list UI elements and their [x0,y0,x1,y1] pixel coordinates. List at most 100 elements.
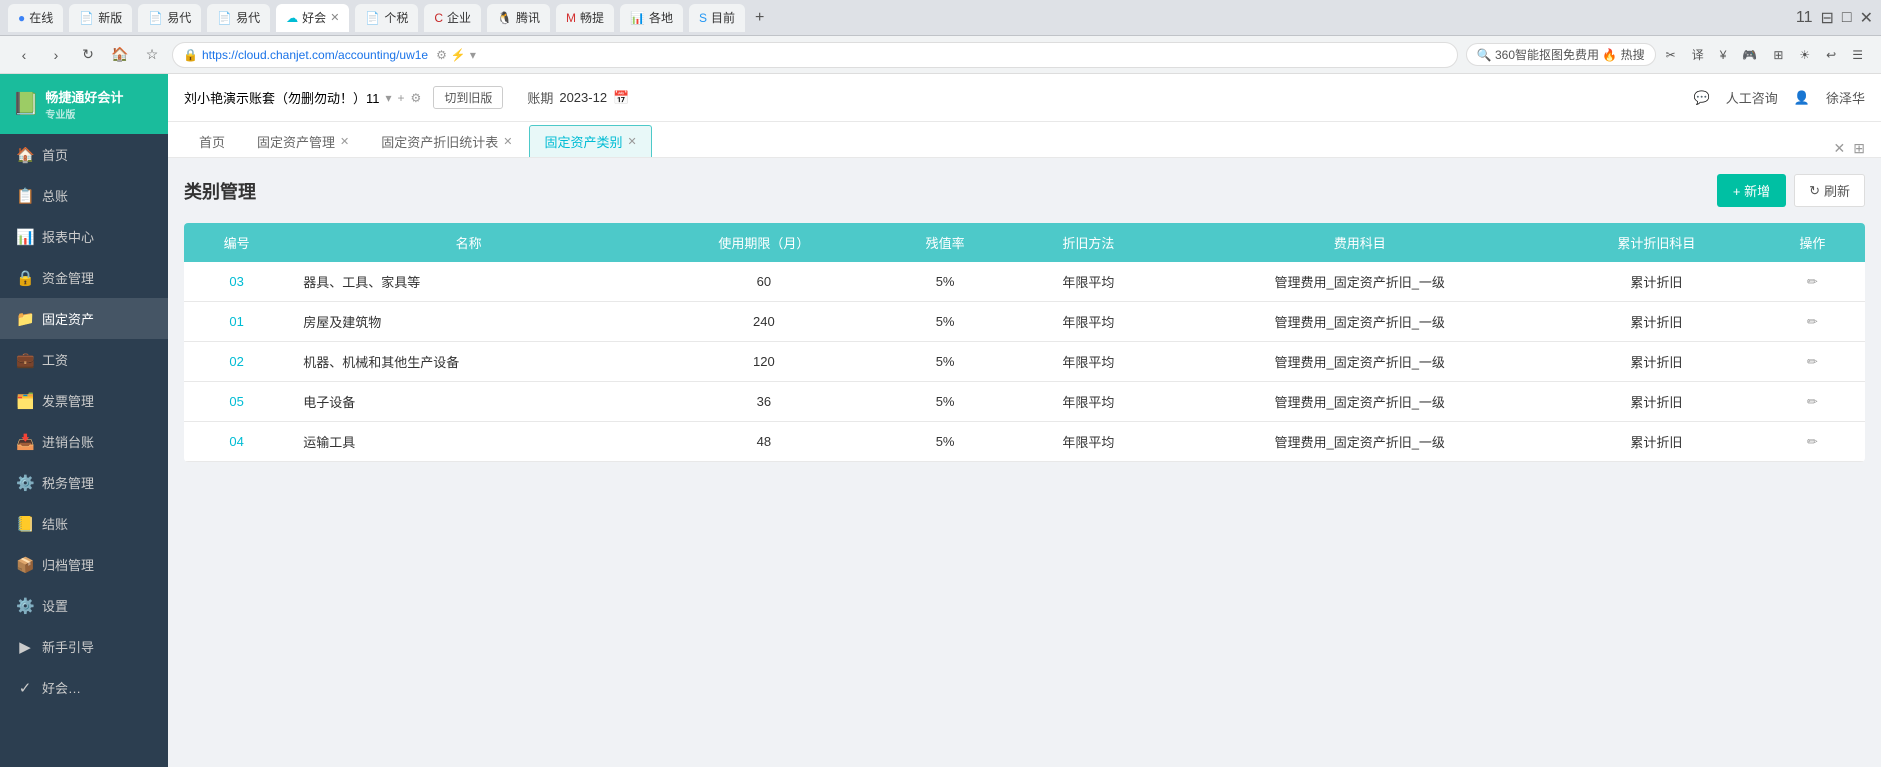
sun-icon[interactable]: ☀ [1793,46,1816,64]
edit-icon[interactable]: ✏ [1807,274,1818,289]
action-buttons: + 新增 ↻ 刷新 [1717,174,1865,207]
sidebar-label-tax: 税务管理 [42,473,94,492]
refresh-btn[interactable]: ↻ 刷新 [1794,174,1865,207]
tab-close-icon[interactable]: ✕ [330,11,339,24]
close-window-btn[interactable]: ✕ [1860,8,1873,28]
grid-icon[interactable]: ⊞ [1767,46,1789,64]
fixed-assets-icon: 📁 [16,310,34,328]
sidebar-item-fixed-assets[interactable]: 📁 固定资产 [0,298,168,339]
logo-title: 畅捷通好会计 [45,87,123,106]
cell-name: 电子设备 [289,382,648,422]
sidebar-item-funds[interactable]: 🔒 资金管理 [0,257,168,298]
period-value: 2023-12 [559,90,607,105]
cell-code: 02 [184,342,289,382]
edit-icon[interactable]: ✏ [1807,354,1818,369]
sidebar-item-hao[interactable]: ✓ 好会… [0,667,168,708]
cell-expense: 管理费用_固定资产折旧_一级 [1166,342,1553,382]
code-link[interactable]: 02 [229,354,243,369]
sidebar-item-home[interactable]: 🏠 首页 [0,134,168,175]
back-btn[interactable]: ‹ [12,43,36,67]
funds-icon: 🔒 [16,269,34,287]
browser-tab-corp[interactable]: C 企业 [424,4,481,32]
sidebar-item-checkout[interactable]: 📒 结账 [0,503,168,544]
sidebar-item-payroll[interactable]: 💼 工资 [0,339,168,380]
edit-icon[interactable]: ✏ [1807,314,1818,329]
sidebar-item-ledger[interactable]: 📋 总账 [0,175,168,216]
sales-icon: 📥 [16,433,34,451]
code-link[interactable]: 04 [229,434,243,449]
cell-name: 运输工具 [289,422,648,462]
cell-expense: 管理费用_固定资产折旧_一级 [1166,422,1553,462]
calendar-icon[interactable]: 📅 [613,90,629,106]
browser-tab-online[interactable]: ● 在线 [8,4,63,32]
browser-tab-ct[interactable]: M 畅提 [556,4,614,32]
tab-close-asset-cat[interactable]: ✕ [628,135,637,148]
browser-tab-yid1[interactable]: 📄 易代 [138,4,201,32]
undo-icon[interactable]: ↩ [1820,46,1842,64]
switch-version-btn[interactable]: 切到旧版 [433,86,503,109]
browser-tab-tax[interactable]: 📄 个税 [355,4,418,32]
sidebar-item-archive[interactable]: 📦 归档管理 [0,544,168,585]
tab-label: 在线 [29,9,53,26]
browser-tab-mq[interactable]: S 目前 [689,4,745,32]
bookmark-btn[interactable]: ☆ [140,43,164,67]
tab-depreciation-table[interactable]: 固定资产折旧统计表 ✕ [366,125,527,157]
code-link[interactable]: 03 [229,274,243,289]
add-btn[interactable]: + [398,91,405,105]
tab-asset-mgmt[interactable]: 固定资产管理 ✕ [242,125,364,157]
sidebar-item-tax[interactable]: ⚙️ 税务管理 [0,462,168,503]
cell-code: 01 [184,302,289,342]
page-tabs: 首页 固定资产管理 ✕ 固定资产折旧统计表 ✕ 固定资产类别 ✕ ✕ ⊞ [168,122,1881,158]
edit-icon[interactable]: ✏ [1807,394,1818,409]
company-name: 刘小艳演示账套（勿删勿动！）11 [184,88,380,107]
cell-method: 年限平均 [1010,422,1166,462]
new-tab-btn[interactable]: + [755,9,764,27]
add-category-btn[interactable]: + 新增 [1717,174,1786,207]
sidebar: 📗 畅捷通好会计 专业版 🏠 首页 📋 总账 📊 报表中心 🔒 资金管理 📁 固… [0,74,168,767]
tab-asset-category[interactable]: 固定资产类别 ✕ [529,125,651,157]
sidebar-item-reports[interactable]: 📊 报表中心 [0,216,168,257]
maximize-btn[interactable]: □ [1842,9,1852,27]
tab-close-asset-mgmt[interactable]: ✕ [340,135,349,148]
forward-btn[interactable]: › [44,43,68,67]
minimize-btn[interactable]: 11 [1796,9,1813,27]
cell-action: ✏ [1760,262,1865,302]
tax-icon: ⚙️ [16,474,34,492]
human-service-label[interactable]: 人工咨询 [1726,88,1778,107]
code-link[interactable]: 05 [229,394,243,409]
scissors-icon[interactable]: ✂ [1660,46,1682,64]
tab-label: 畅提 [580,9,604,26]
browser-tab-gd[interactable]: 📊 各地 [620,4,683,32]
wallet-icon[interactable]: ¥ [1714,46,1733,64]
game-icon[interactable]: 🎮 [1736,46,1763,64]
code-link[interactable]: 01 [229,314,243,329]
browser-tab-hao[interactable]: ☁ 好会 ✕ [276,4,349,32]
th-name: 名称 [289,223,648,262]
translate-icon[interactable]: 译 [1686,44,1710,65]
reload-btn[interactable]: ↻ [76,43,100,67]
browser-tab-tx[interactable]: 🐧 腾讯 [487,4,550,32]
edit-icon[interactable]: ✏ [1807,434,1818,449]
search-bar[interactable]: 🔍 360智能抠图免费用 🔥 热搜 [1466,43,1656,66]
refresh-icon: ↻ [1809,183,1820,199]
sidebar-item-settings[interactable]: ⚙️ 设置 [0,585,168,626]
sidebar-item-sales[interactable]: 📥 进销台账 [0,421,168,462]
browser-tab-yid2[interactable]: 📄 易代 [207,4,270,32]
tab-label: 易代 [167,9,191,26]
settings-gear-icon[interactable]: ⚙ [411,91,422,105]
address-bar[interactable]: 🔒 https://cloud.chanjet.com/accounting/u… [172,42,1458,68]
menu-icon[interactable]: ☰ [1846,46,1869,64]
sidebar-item-guide[interactable]: ▶ 新手引导 [0,626,168,667]
expand-panel-btn[interactable]: ⊞ [1853,140,1865,157]
sidebar-label-home: 首页 [42,145,68,164]
sidebar-item-invoice[interactable]: 🗂️ 发票管理 [0,380,168,421]
tab-close-dep-table[interactable]: ✕ [503,135,512,148]
tab-home[interactable]: 首页 [184,125,240,157]
browser-tab-new[interactable]: 📄 新版 [69,4,132,32]
logo-icon: 📗 [12,91,39,117]
home-btn[interactable]: 🏠 [108,43,132,67]
table-header-row: 编号 名称 使用期限（月） 残值率 折旧方法 费用科目 累计折旧科目 操作 [184,223,1865,262]
close-panel-btn[interactable]: ✕ [1834,140,1846,157]
dropdown-icon[interactable]: ▾ [386,91,392,105]
restore-btn[interactable]: ⊟ [1821,8,1834,28]
